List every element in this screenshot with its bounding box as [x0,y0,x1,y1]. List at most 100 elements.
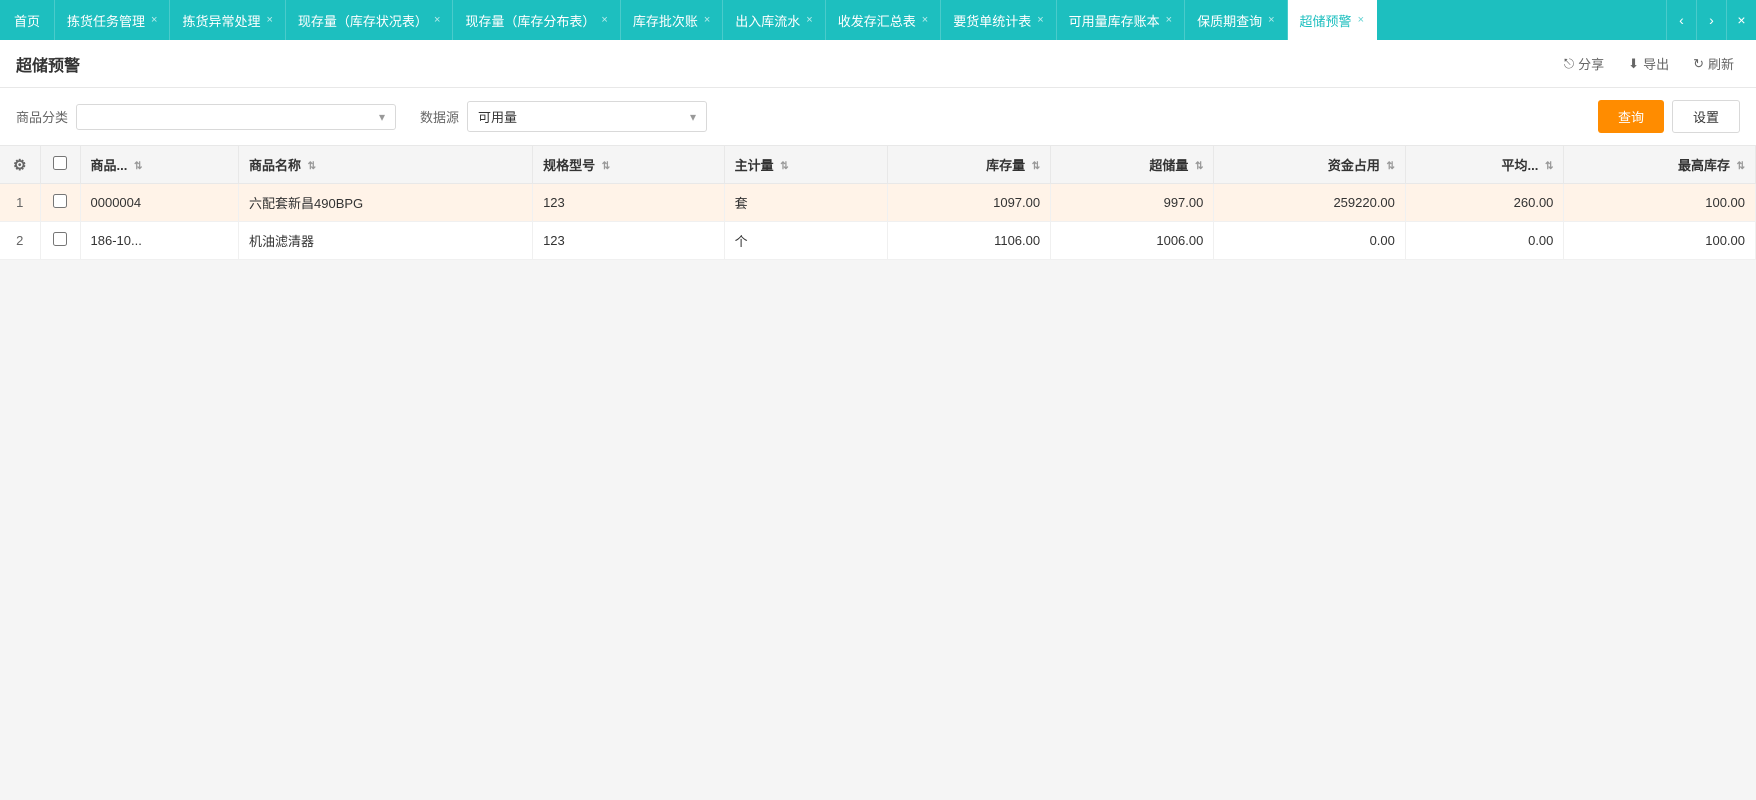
cell-stock: 1097.00 [887,184,1050,222]
table-container: ⚙ 商品... ⇅ 商品名称 ⇅ 规格型号 ⇅ 主计量 [0,146,1756,260]
nav-scroll-buttons: ‹ › × [1666,0,1756,40]
cell-product-code: 0000004 [80,184,239,222]
category-select[interactable]: ▾ [76,104,396,130]
sort-icon: ⇅ [602,161,610,172]
tab-close-icon[interactable]: × [266,14,272,26]
sort-icon: ⇅ [1195,161,1203,172]
cell-unit: 个 [724,222,887,260]
sort-icon: ⇅ [1545,161,1553,172]
datasource-value: 可用量 [478,107,517,126]
col-header-avg[interactable]: 平均... ⇅ [1405,146,1564,184]
tab-close-icon[interactable]: × [806,14,812,26]
table-header-row: ⚙ 商品... ⇅ 商品名称 ⇅ 规格型号 ⇅ 主计量 [0,146,1756,184]
tab-close-icon[interactable]: × [434,14,440,26]
row-checkbox-cell[interactable] [40,222,80,260]
tab-xiancunliang-dist[interactable]: 现存量（库存分布表） × [453,0,620,40]
datasource-filter-group: 数据源 可用量 ▾ [420,101,707,132]
cell-product-code: 186-10... [80,222,239,260]
cell-spec: 123 [533,222,725,260]
cell-spec: 123 [533,184,725,222]
row-checkbox[interactable] [53,232,67,246]
tab-shoufacun-huizong[interactable]: 收发存汇总表 × [826,0,941,40]
col-header-max-stock[interactable]: 最高库存 ⇅ [1564,146,1756,184]
cell-overstock: 1006.00 [1051,222,1214,260]
cell-max-stock: 100.00 [1564,184,1756,222]
cell-avg: 260.00 [1405,184,1564,222]
topbar: 首页 拣货任务管理 × 拣货异常处理 × 现存量（库存状况表） × 现存量（库存… [0,0,1756,40]
row-checkbox[interactable] [53,194,67,208]
tab-kucun-pici[interactable]: 库存批次账 × [621,0,723,40]
chevron-down-icon: ▾ [690,110,696,124]
col-header-product-code[interactable]: 商品... ⇅ [80,146,239,184]
refresh-icon: ↻ [1693,56,1704,72]
page-title: 超储预警 [16,52,80,76]
tab-close-icon[interactable]: × [1037,14,1043,26]
gear-icon[interactable]: ⚙ [13,157,26,174]
table-row: 2 186-10... 机油滤清器 123 个 1106.00 1006.00 … [0,222,1756,260]
category-filter-group: 商品分类 ▾ [16,104,396,130]
tab-churuku-liushui[interactable]: 出入库流水 × [723,0,825,40]
tab-keyongliang-zhangben[interactable]: 可用量库存账本 × [1057,0,1185,40]
tab-close-icon[interactable]: × [1358,14,1364,26]
tab-jianghuo-renwu[interactable]: 拣货任务管理 × [55,0,170,40]
header-actions: ⎋ 分享 ⬇ 导出 ↻ 刷新 [1558,50,1740,77]
cell-capital: 259220.00 [1214,184,1406,222]
tab-close-icon[interactable]: × [151,14,157,26]
query-button[interactable]: 查询 [1598,100,1664,133]
tab-xiancunliang-status[interactable]: 现存量（库存状况表） × [286,0,453,40]
tab-close-icon[interactable]: × [601,14,607,26]
select-all-checkbox[interactable] [53,156,67,170]
sort-icon: ⇅ [1032,161,1040,172]
page-header: 超储预警 ⎋ 分享 ⬇ 导出 ↻ 刷新 [0,40,1756,88]
tab-close-icon[interactable]: × [704,14,710,26]
tab-chaochuyujing[interactable]: 超储预警 × [1288,0,1377,40]
row-number: 1 [0,184,40,222]
col-header-product-name[interactable]: 商品名称 ⇅ [239,146,533,184]
col-header-capital[interactable]: 资金占用 ⇅ [1214,146,1406,184]
cell-max-stock: 100.00 [1564,222,1756,260]
column-checkbox[interactable] [40,146,80,184]
tab-close-icon[interactable]: × [1166,14,1172,26]
cell-stock: 1106.00 [887,222,1050,260]
settings-button[interactable]: 设置 [1672,100,1740,133]
col-header-overstock[interactable]: 超储量 ⇅ [1051,146,1214,184]
cell-product-name: 六配套新昌490BPG [239,184,533,222]
export-icon: ⬇ [1628,56,1639,72]
chevron-down-icon: ▾ [379,110,385,124]
filter-area: 商品分类 ▾ 数据源 可用量 ▾ 查询 设置 [0,88,1756,146]
refresh-button[interactable]: ↻ 刷新 [1687,50,1740,77]
nav-home[interactable]: 首页 [0,0,55,40]
tab-yaohuo-tongji[interactable]: 要货单统计表 × [941,0,1056,40]
sort-icon: ⇅ [308,161,316,172]
nav-next-button[interactable]: › [1696,0,1726,40]
share-button[interactable]: ⎋ 分享 [1558,50,1610,77]
tab-close-icon[interactable]: × [1268,14,1274,26]
table-row: 1 0000004 六配套新昌490BPG 123 套 1097.00 997.… [0,184,1756,222]
column-settings[interactable]: ⚙ [0,146,40,184]
tab-close-icon[interactable]: × [922,14,928,26]
cell-overstock: 997.00 [1051,184,1214,222]
category-label: 商品分类 [16,107,68,126]
sort-icon: ⇅ [780,161,788,172]
filter-actions: 查询 设置 [1598,100,1740,133]
main-table: ⚙ 商品... ⇅ 商品名称 ⇅ 规格型号 ⇅ 主计量 [0,146,1756,260]
cell-unit: 套 [724,184,887,222]
sort-icon: ⇅ [1387,161,1395,172]
nav-prev-button[interactable]: ‹ [1666,0,1696,40]
cell-avg: 0.00 [1405,222,1564,260]
col-header-unit[interactable]: 主计量 ⇅ [724,146,887,184]
col-header-stock[interactable]: 库存量 ⇅ [887,146,1050,184]
col-header-spec[interactable]: 规格型号 ⇅ [533,146,725,184]
cell-capital: 0.00 [1214,222,1406,260]
datasource-select[interactable]: 可用量 ▾ [467,101,707,132]
datasource-label: 数据源 [420,107,459,126]
tab-jianghuo-yichang[interactable]: 拣货异常处理 × [170,0,285,40]
sort-icon: ⇅ [1737,161,1745,172]
cell-product-name: 机油滤清器 [239,222,533,260]
row-checkbox-cell[interactable] [40,184,80,222]
tab-baozhiqi-chaxun[interactable]: 保质期查询 × [1185,0,1287,40]
export-button[interactable]: ⬇ 导出 [1622,50,1675,77]
nav-close-button[interactable]: × [1726,0,1756,40]
sort-icon: ⇅ [134,161,142,172]
share-icon: ⎋ [1564,56,1574,72]
